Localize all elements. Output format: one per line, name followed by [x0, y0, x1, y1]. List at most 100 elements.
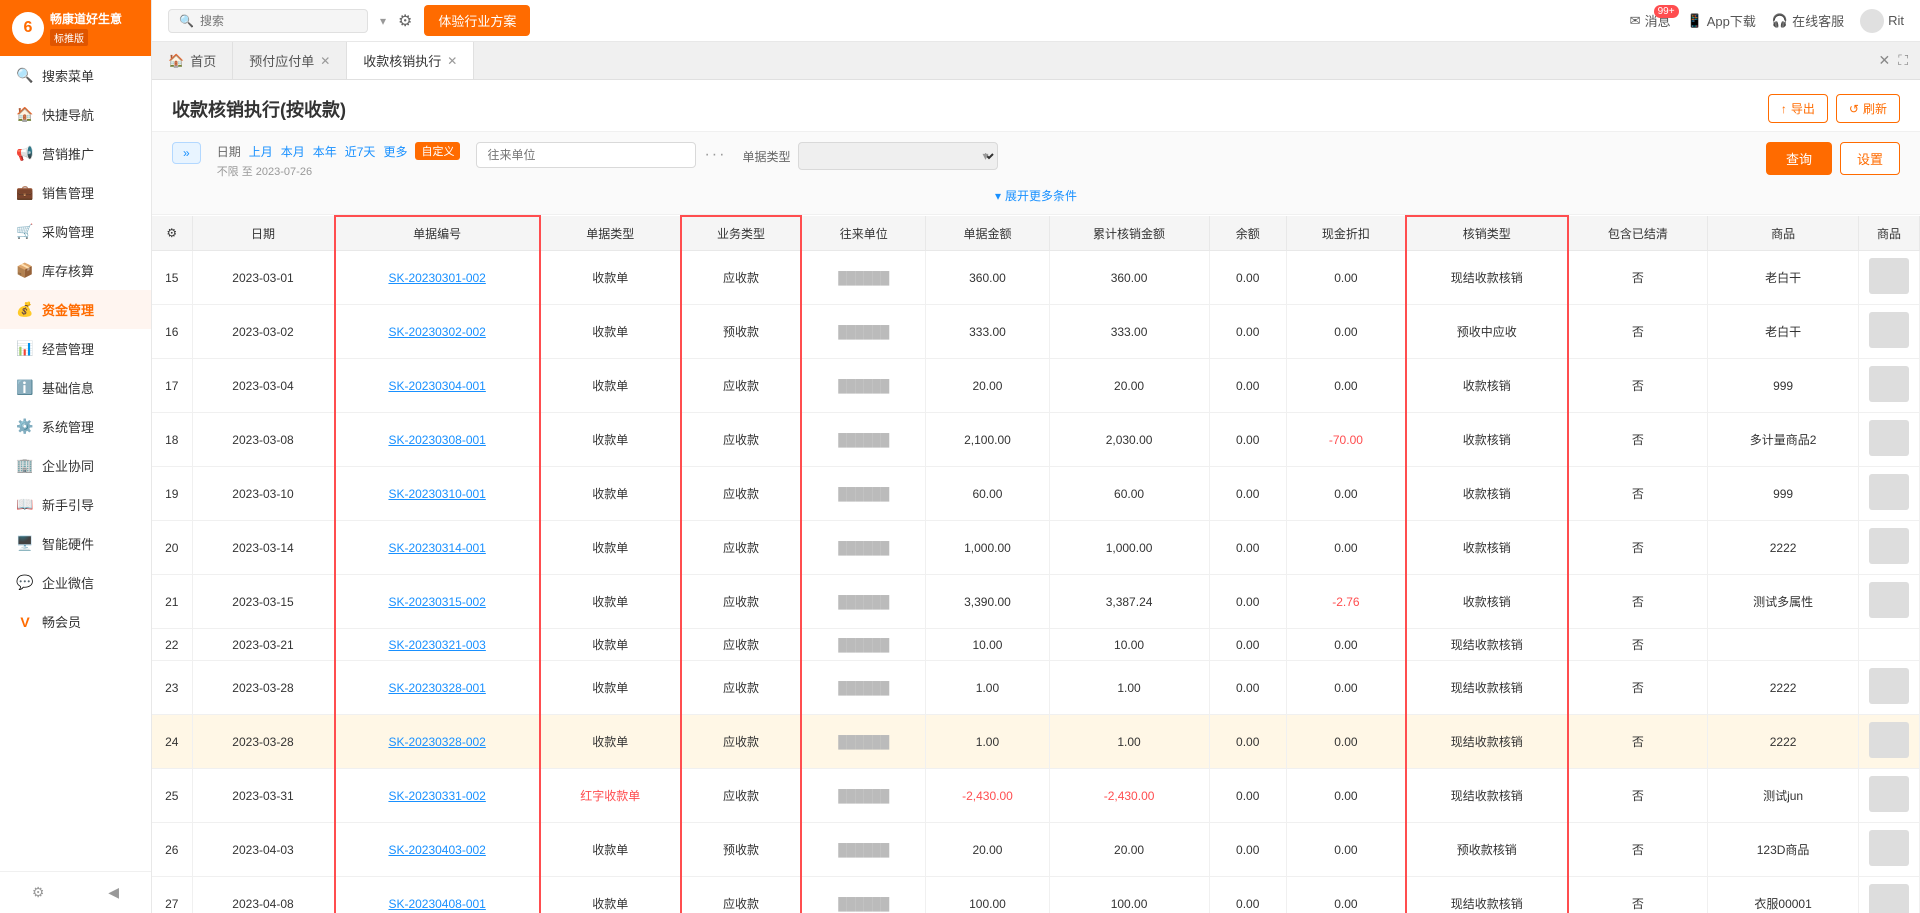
- doc-no-link[interactable]: SK-20230315-002: [388, 595, 485, 609]
- export-icon: ↑: [1781, 102, 1787, 116]
- cell-doc-no: SK-20230328-001: [335, 661, 540, 715]
- tab-collection-close-icon[interactable]: ✕: [447, 54, 457, 68]
- doc-no-link[interactable]: SK-20230314-001: [388, 541, 485, 555]
- tab-prepay-close-icon[interactable]: ✕: [320, 54, 330, 68]
- sidebar-logo: 6 畅康道好生意 标推版: [0, 0, 151, 56]
- tab-prepay[interactable]: 预付应付单 ✕: [233, 42, 347, 79]
- col-header-seq[interactable]: ⚙: [152, 216, 192, 251]
- doc-no-link[interactable]: SK-20230328-001: [388, 681, 485, 695]
- table-row[interactable]: 17 2023-03-04 SK-20230304-001 收款单 应收款 ██…: [152, 359, 1920, 413]
- query-button[interactable]: 查询: [1766, 142, 1832, 175]
- cell-doc-type: 收款单: [540, 661, 681, 715]
- sidebar-item-sales[interactable]: 💼 销售管理: [0, 173, 151, 212]
- cell-product2: [1859, 521, 1920, 575]
- sidebar-collapse-icon[interactable]: ◀: [100, 880, 127, 905]
- sidebar-item-purchase[interactable]: 🛒 采购管理: [0, 212, 151, 251]
- doc-no-link[interactable]: SK-20230331-002: [388, 789, 485, 803]
- cell-cumul: 3,387.24: [1049, 575, 1209, 629]
- table-row[interactable]: 23 2023-03-28 SK-20230328-001 收款单 应收款 ██…: [152, 661, 1920, 715]
- date-custom-badge[interactable]: 自定义: [415, 142, 460, 160]
- table-row[interactable]: 18 2023-03-08 SK-20230308-001 收款单 应收款 ██…: [152, 413, 1920, 467]
- finance-icon: 💰: [16, 301, 34, 318]
- type-filter-select[interactable]: [798, 142, 998, 170]
- cell-seq: 19: [152, 467, 192, 521]
- sidebar-item-member[interactable]: V 畅会员: [0, 602, 151, 641]
- filter-collapse-button[interactable]: »: [172, 142, 201, 164]
- topbar-app-download[interactable]: 📱 App下载: [1687, 11, 1756, 30]
- doc-no-link[interactable]: SK-20230304-001: [388, 379, 485, 393]
- cell-balance: 0.00: [1209, 251, 1286, 305]
- cell-offset-type: 收款核销: [1406, 359, 1568, 413]
- sidebar-item-label: 经营管理: [42, 339, 94, 358]
- date-range-display: 不限 至 2023-07-26: [217, 163, 461, 179]
- tab-close-all-icon[interactable]: ✕: [1878, 52, 1890, 69]
- sidebar-item-search[interactable]: 🔍 搜索菜单: [0, 56, 151, 95]
- tab-expand-icon[interactable]: ⛶: [1898, 52, 1908, 69]
- table-row[interactable]: 15 2023-03-01 SK-20230301-002 收款单 应收款 ██…: [152, 251, 1920, 305]
- doc-no-link[interactable]: SK-20230302-002: [388, 325, 485, 339]
- sidebar-item-wechat[interactable]: 💬 企业微信: [0, 563, 151, 602]
- sidebar-item-hardware[interactable]: 🖥️ 智能硬件: [0, 524, 151, 563]
- filter-settings-button[interactable]: 设置: [1840, 142, 1900, 175]
- tab-collection[interactable]: 收款核销执行 ✕: [347, 42, 474, 79]
- sidebar-item-inventory[interactable]: 📦 库存核算: [0, 251, 151, 290]
- cell-date: 2023-03-02: [192, 305, 335, 359]
- doc-no-link[interactable]: SK-20230321-003: [388, 638, 485, 652]
- filter-row: » 日期 上月 本月 本年 近7天 更多 自定义 不限 至 2023-07-26: [172, 142, 1900, 179]
- topbar-online-service[interactable]: 🎧 在线客服: [1772, 11, 1844, 30]
- col-header-balance: 余额: [1209, 216, 1286, 251]
- export-button[interactable]: ↑ 导出: [1768, 94, 1828, 123]
- cell-incl-settled: 否: [1568, 823, 1708, 877]
- marketing-icon: 📢: [16, 145, 34, 162]
- cell-cash-discount: 0.00: [1286, 661, 1406, 715]
- unit-filter-input[interactable]: [476, 142, 696, 168]
- doc-no-link[interactable]: SK-20230408-001: [388, 897, 485, 911]
- cell-cumul: 2,030.00: [1049, 413, 1209, 467]
- date-7days[interactable]: 近7天: [345, 143, 376, 160]
- cell-date: 2023-03-31: [192, 769, 335, 823]
- table-row[interactable]: 27 2023-04-08 SK-20230408-001 收款单 应收款 ██…: [152, 877, 1920, 913]
- doc-no-link[interactable]: SK-20230403-002: [388, 843, 485, 857]
- doc-no-link[interactable]: SK-20230310-001: [388, 487, 485, 501]
- table-row[interactable]: 16 2023-03-02 SK-20230302-002 收款单 预收款 ██…: [152, 305, 1920, 359]
- table-row[interactable]: 24 2023-03-28 SK-20230328-002 收款单 应收款 ██…: [152, 715, 1920, 769]
- date-this-year[interactable]: 本年: [313, 143, 337, 160]
- doc-no-link[interactable]: SK-20230328-002: [388, 735, 485, 749]
- cell-date: 2023-03-08: [192, 413, 335, 467]
- topbar-messages[interactable]: ✉ 消息 99+: [1630, 11, 1671, 30]
- cell-date: 2023-03-01: [192, 251, 335, 305]
- cell-doc-no: SK-20230301-002: [335, 251, 540, 305]
- cell-cash-discount: 0.00: [1286, 629, 1406, 661]
- cell-product2: [1859, 305, 1920, 359]
- date-this-month[interactable]: 本月: [281, 143, 305, 160]
- sidebar-item-basic[interactable]: ℹ️ 基础信息: [0, 368, 151, 407]
- sidebar-item-enterprise[interactable]: 🏢 企业协同: [0, 446, 151, 485]
- sidebar-item-system[interactable]: ⚙️ 系统管理: [0, 407, 151, 446]
- sidebar-item-quick-nav[interactable]: 🏠 快捷导航: [0, 95, 151, 134]
- tab-home[interactable]: 🏠 首页: [152, 42, 233, 79]
- cell-seq: 23: [152, 661, 192, 715]
- topbar-solution-button[interactable]: 体验行业方案: [424, 5, 530, 36]
- sidebar-settings-icon[interactable]: ⚙: [24, 880, 53, 905]
- expand-more-button[interactable]: ▾ 展开更多条件: [995, 187, 1077, 204]
- table-row[interactable]: 25 2023-03-31 SK-20230331-002 红字收款单 应收款 …: [152, 769, 1920, 823]
- sidebar-item-marketing[interactable]: 📢 营销推广: [0, 134, 151, 173]
- topbar-gear-icon[interactable]: ⚙: [398, 11, 412, 31]
- date-last-month[interactable]: 上月: [249, 143, 273, 160]
- table-row[interactable]: 19 2023-03-10 SK-20230310-001 收款单 应收款 ██…: [152, 467, 1920, 521]
- topbar-user[interactable]: Rit: [1860, 9, 1904, 33]
- date-more[interactable]: 更多: [383, 143, 407, 160]
- table-row[interactable]: 26 2023-04-03 SK-20230403-002 收款单 预收款 ██…: [152, 823, 1920, 877]
- cell-product: 老白干: [1708, 305, 1859, 359]
- doc-no-link[interactable]: SK-20230308-001: [388, 433, 485, 447]
- topbar-search-input[interactable]: [200, 14, 340, 28]
- doc-no-link[interactable]: SK-20230301-002: [388, 271, 485, 285]
- table-row[interactable]: 20 2023-03-14 SK-20230314-001 收款单 应收款 ██…: [152, 521, 1920, 575]
- topbar-chevron-icon[interactable]: ▾: [380, 14, 386, 28]
- sidebar-item-finance[interactable]: 💰 资金管理: [0, 290, 151, 329]
- refresh-button[interactable]: ↺ 刷新: [1836, 94, 1900, 123]
- table-row[interactable]: 22 2023-03-21 SK-20230321-003 收款单 应收款 ██…: [152, 629, 1920, 661]
- sidebar-item-operation[interactable]: 📊 经营管理: [0, 329, 151, 368]
- sidebar-item-guide[interactable]: 📖 新手引导: [0, 485, 151, 524]
- table-row[interactable]: 21 2023-03-15 SK-20230315-002 收款单 应收款 ██…: [152, 575, 1920, 629]
